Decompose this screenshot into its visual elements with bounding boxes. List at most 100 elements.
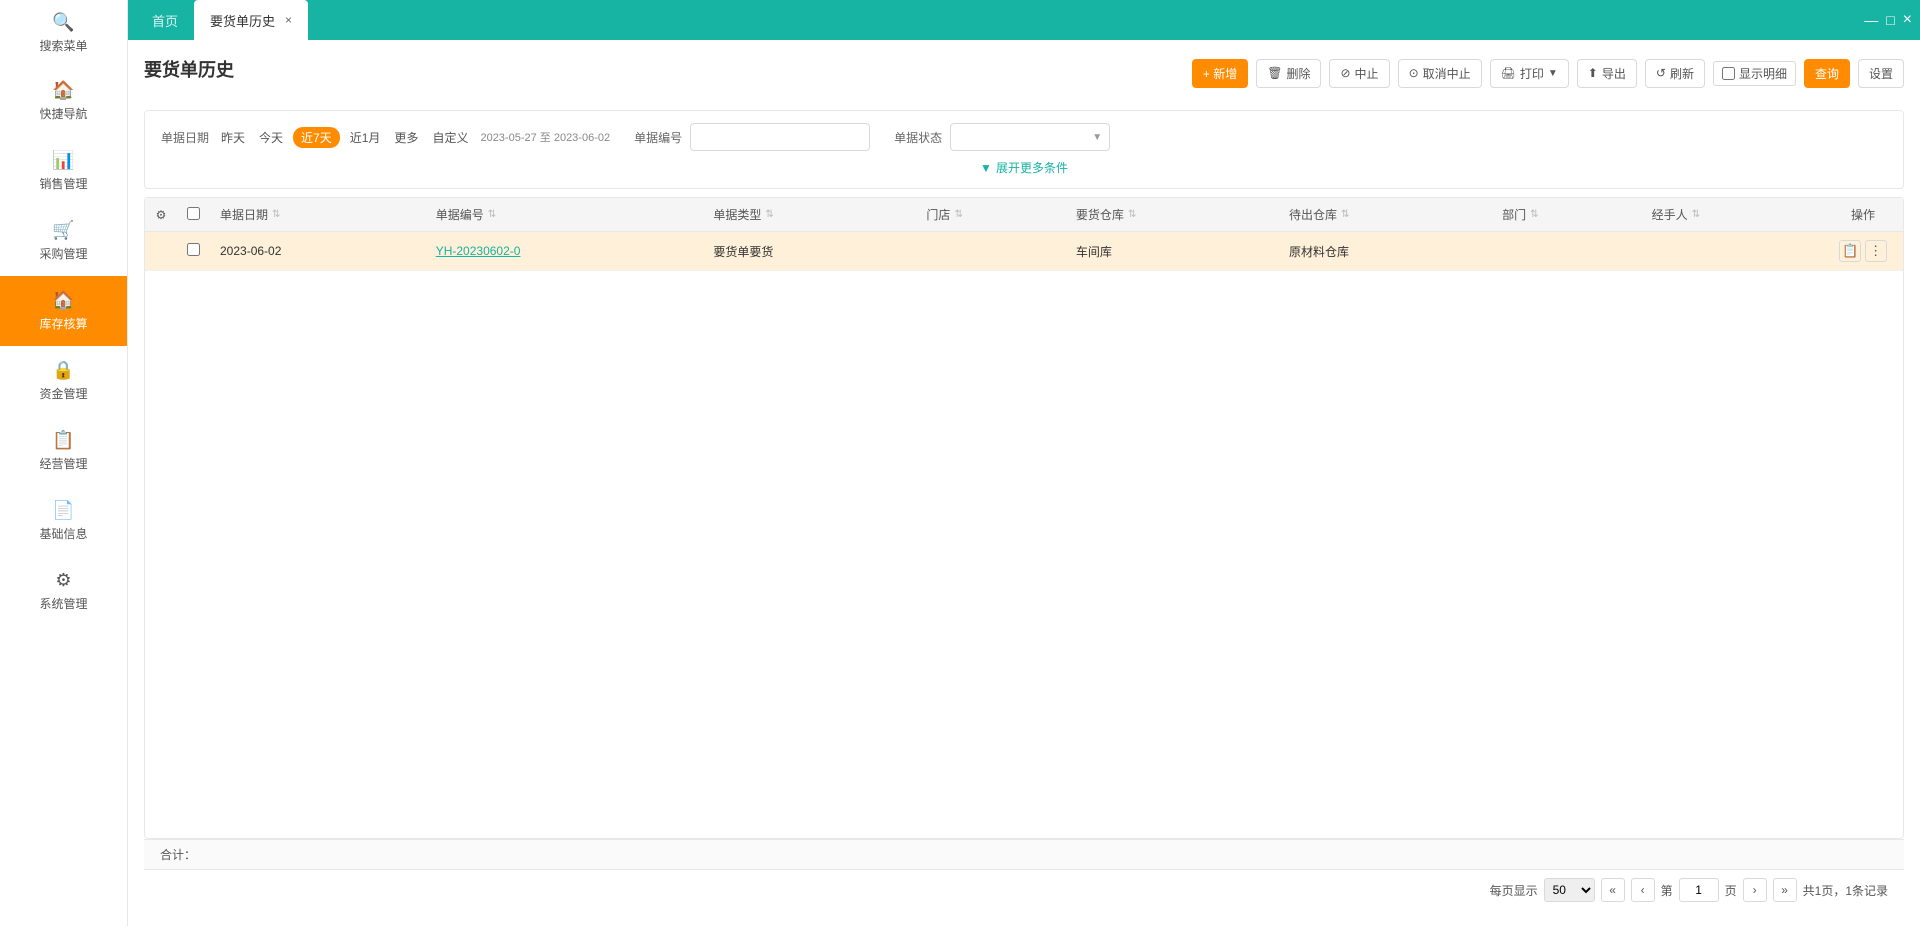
chart-icon: 📊 bbox=[52, 150, 74, 171]
per-page-select[interactable]: 50 100 200 bbox=[1544, 878, 1595, 902]
filter-row: 单据日期 昨天 今天 近7天 近1月 更多 自定义 2023-05-27 至 2… bbox=[161, 123, 1887, 151]
sort-store-icon: ⇅ bbox=[954, 209, 962, 220]
new-button[interactable]: + 新增 bbox=[1192, 59, 1248, 88]
tab-home[interactable]: 首页 bbox=[136, 0, 194, 40]
sidebar-item-operation[interactable]: 📋 经营管理 bbox=[0, 416, 127, 486]
th-date: 单据日期 ⇅ bbox=[210, 198, 426, 232]
row-settings-cell bbox=[145, 232, 177, 271]
search-icon: 🔍 bbox=[52, 12, 74, 33]
sort-docno-icon: ⇅ bbox=[488, 209, 496, 220]
shortcut-7days[interactable]: 近7天 bbox=[293, 127, 340, 148]
delete-button[interactable]: 🗑 删除 bbox=[1256, 59, 1321, 88]
toolbar: + 新增 🗑 删除 ⊘ 中止 ⊙ 取消中止 🖨 打印 ▼ bbox=[1192, 59, 1904, 88]
close-button[interactable]: × bbox=[1903, 11, 1912, 29]
doc-no-label: 单据编号 bbox=[634, 129, 682, 146]
sidebar-item-quick-nav[interactable]: 🏠 快捷导航 bbox=[0, 66, 127, 136]
tab-close-icon[interactable]: × bbox=[285, 13, 292, 27]
next-page-button[interactable]: › bbox=[1743, 878, 1767, 902]
minimize-button[interactable]: — bbox=[1864, 12, 1878, 28]
sort-req-wh-icon: ⇅ bbox=[1128, 209, 1136, 220]
query-button[interactable]: 查询 bbox=[1804, 59, 1850, 88]
table-header-row: ⚙ 单据日期 ⇅ 单据编号 bbox=[145, 198, 1903, 232]
th-checkbox bbox=[177, 198, 210, 232]
select-all-checkbox[interactable] bbox=[187, 207, 200, 220]
lock-icon: 🔒 bbox=[52, 360, 74, 381]
stop-button[interactable]: ⊘ 中止 bbox=[1329, 59, 1389, 88]
shortcut-today[interactable]: 今天 bbox=[255, 127, 287, 148]
print-arrow-icon: ▼ bbox=[1548, 68, 1558, 79]
tab-current[interactable]: 要货单历史 × bbox=[194, 0, 308, 40]
tab-actions: — □ × bbox=[1864, 11, 1912, 29]
row-more-button[interactable]: ⋮ bbox=[1865, 240, 1887, 262]
page-number-input[interactable] bbox=[1679, 878, 1719, 902]
row-req-warehouse: 车间库 bbox=[1066, 232, 1279, 271]
prev-page-button[interactable]: ‹ bbox=[1631, 878, 1655, 902]
shortcut-custom[interactable]: 自定义 bbox=[428, 127, 472, 148]
gear-icon: ⚙ bbox=[55, 570, 71, 591]
first-page-button[interactable]: « bbox=[1601, 878, 1625, 902]
shortcut-yesterday[interactable]: 昨天 bbox=[217, 127, 249, 148]
status-select[interactable] bbox=[950, 123, 1110, 151]
status-label: 单据状态 bbox=[894, 129, 942, 146]
export-icon: ⬆ bbox=[1588, 66, 1598, 80]
date-range-display: 2023-05-27 至 2023-06-02 bbox=[480, 129, 610, 145]
sidebar-search-label: 搜索菜单 bbox=[39, 37, 87, 54]
sidebar-item-purchase[interactable]: 🛒 采购管理 bbox=[0, 206, 127, 276]
row-ops-cell: 📋 ⋮ bbox=[1823, 232, 1903, 271]
show-detail-button[interactable]: 显示明细 bbox=[1713, 61, 1796, 86]
tab-bar: 首页 要货单历史 × — □ × bbox=[128, 0, 1920, 40]
filter-bar: 单据日期 昨天 今天 近7天 近1月 更多 自定义 2023-05-27 至 2… bbox=[144, 110, 1904, 189]
status-filter-group: 单据状态 ▼ bbox=[894, 123, 1110, 151]
per-page-label: 每页显示 bbox=[1490, 882, 1538, 899]
row-checkbox-cell bbox=[177, 232, 210, 271]
sort-dept-icon: ⇅ bbox=[1530, 209, 1538, 220]
th-dept: 部门 ⇅ bbox=[1492, 198, 1642, 232]
sidebar-item-label: 经营管理 bbox=[39, 455, 87, 472]
doc-no-link[interactable]: YH-20230602-0 bbox=[436, 244, 521, 258]
row-type: 要货单要货 bbox=[703, 232, 916, 271]
sidebar-item-system[interactable]: ⚙ 系统管理 bbox=[0, 556, 127, 626]
document-icon: 📄 bbox=[52, 500, 74, 521]
sidebar-item-label: 系统管理 bbox=[39, 595, 87, 612]
operation-icon: 📋 bbox=[52, 430, 74, 451]
th-req-warehouse: 要货仓库 ⇅ bbox=[1066, 198, 1279, 232]
row-view-button[interactable]: 📋 bbox=[1839, 240, 1861, 262]
row-checkbox[interactable] bbox=[187, 243, 200, 256]
show-detail-checkbox[interactable] bbox=[1722, 67, 1735, 80]
sidebar-item-inventory[interactable]: 🏠 库存核算 bbox=[0, 276, 127, 346]
settings-button[interactable]: 设置 bbox=[1858, 59, 1904, 88]
refresh-button[interactable]: ↺ 刷新 bbox=[1645, 59, 1705, 88]
tab-current-label: 要货单历史 bbox=[210, 11, 275, 30]
shortcut-more[interactable]: 更多 bbox=[390, 127, 422, 148]
sort-pend-wh-icon: ⇅ bbox=[1341, 209, 1349, 220]
sort-date-icon: ⇅ bbox=[272, 209, 280, 220]
maximize-button[interactable]: □ bbox=[1886, 12, 1894, 28]
sidebar-item-finance[interactable]: 🔒 资金管理 bbox=[0, 346, 127, 416]
row-date: 2023-06-02 bbox=[210, 232, 426, 271]
row-doc-no: YH-20230602-0 bbox=[426, 232, 704, 271]
date-filter-label: 单据日期 bbox=[161, 129, 209, 146]
sidebar-item-basic-info[interactable]: 📄 基础信息 bbox=[0, 486, 127, 556]
th-store: 门店 ⇅ bbox=[916, 198, 1066, 232]
export-button[interactable]: ⬆ 导出 bbox=[1577, 59, 1637, 88]
expand-more-icon: ▼ bbox=[980, 161, 992, 175]
print-icon: 🖨 bbox=[1501, 66, 1516, 80]
shortcut-1month[interactable]: 近1月 bbox=[346, 127, 385, 148]
print-button[interactable]: 🖨 打印 ▼ bbox=[1490, 59, 1569, 88]
sidebar-item-sales[interactable]: 📊 销售管理 bbox=[0, 136, 127, 206]
data-table: ⚙ 单据日期 ⇅ 单据编号 bbox=[145, 198, 1903, 271]
row-pending-warehouse: 原材料仓库 bbox=[1279, 232, 1492, 271]
cancel-stop-button[interactable]: ⊙ 取消中止 bbox=[1398, 59, 1482, 88]
last-page-button[interactable]: » bbox=[1773, 878, 1797, 902]
cart-icon: 🛒 bbox=[52, 220, 74, 241]
date-shortcuts: 昨天 今天 近7天 近1月 更多 自定义 bbox=[217, 127, 472, 148]
sidebar-search[interactable]: 🔍 搜索菜单 bbox=[0, 0, 127, 66]
doc-no-input[interactable] bbox=[690, 123, 870, 151]
page-title: 要货单历史 bbox=[144, 56, 234, 82]
row-store bbox=[916, 232, 1066, 271]
th-type: 单据类型 ⇅ bbox=[703, 198, 916, 232]
cancel-stop-icon: ⊙ bbox=[1409, 66, 1419, 80]
expand-more-button[interactable]: ▼ 展开更多条件 bbox=[161, 159, 1887, 176]
settings-icon[interactable]: ⚙ bbox=[156, 208, 167, 222]
sidebar: 🔍 搜索菜单 🏠 快捷导航 📊 销售管理 🛒 采购管理 🏠 库存核算 🔒 资金管… bbox=[0, 0, 128, 926]
